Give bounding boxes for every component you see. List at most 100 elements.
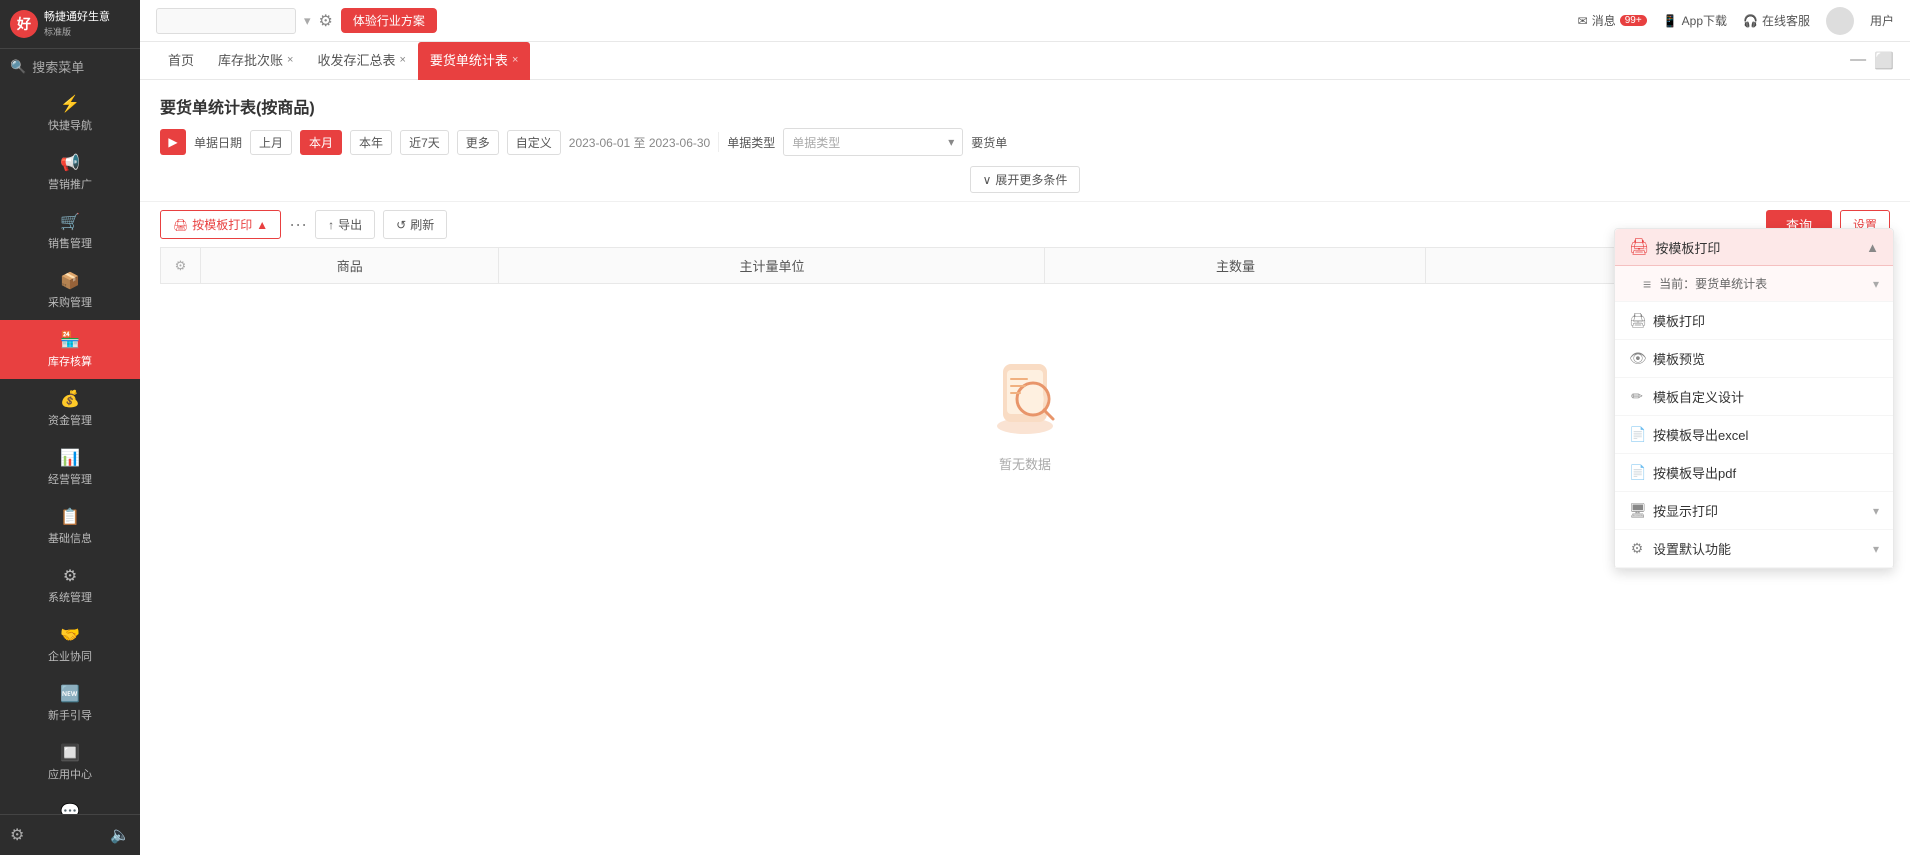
topbar-right: ✉ 消息 99+ 📱 App下载 🎧 在线客服 用户: [1578, 7, 1894, 35]
sidebar-item-operation[interactable]: 📊 经营管理: [0, 438, 140, 497]
empty-icon: [975, 344, 1075, 444]
sidebar-item-finance[interactable]: 💰 资金管理: [0, 379, 140, 438]
sidebar-item-label: 快捷导航: [48, 117, 92, 133]
dropdown-default-func[interactable]: ⚙ 设置默认功能 ▾: [1615, 530, 1893, 568]
tab-receivable-close[interactable]: ×: [399, 54, 405, 66]
sidebar-item-purchase[interactable]: 📦 采购管理: [0, 261, 140, 320]
main-area: ▾ ⚙ 体验行业方案 ✉ 消息 99+ 📱 App下载 🎧 在线客服 用户 首页: [140, 0, 1910, 855]
app-download-item[interactable]: 📱 App下载: [1663, 12, 1727, 29]
purchase-icon: 📦: [60, 271, 80, 291]
filter-this-month-btn[interactable]: 本月: [300, 130, 342, 155]
sidebar-item-label: 基础信息: [48, 530, 92, 546]
refresh-button[interactable]: ↺ 刷新: [383, 210, 447, 239]
sidebar-nav: ⚡ 快捷导航 📢 营销推广 🛒 销售管理 📦 采购管理 🏪 库存核算 💰 资金管…: [0, 84, 140, 814]
dropdown-current-item[interactable]: ≡ 当前：要货单统计表 ▾: [1615, 266, 1893, 302]
action-more-dots[interactable]: ···: [289, 214, 307, 235]
dropdown-template-custom[interactable]: ✏ 模板自定义设计: [1615, 378, 1893, 416]
topbar-dropdown-icon[interactable]: ▾: [304, 13, 311, 29]
current-template-arrow: ▾: [1873, 277, 1879, 291]
topbar-gear-icon[interactable]: ⚙: [319, 11, 333, 31]
default-func-label: 设置默认功能: [1653, 539, 1731, 558]
window-minimize-button[interactable]: —: [1850, 51, 1866, 71]
dropdown-export-pdf[interactable]: 📄 按模板导出pdf: [1615, 454, 1893, 492]
tab-order-stats-label: 要货单统计表: [430, 50, 508, 69]
sidebar-item-basic[interactable]: 📋 基础信息: [0, 497, 140, 556]
export-button[interactable]: ↑ 导出: [315, 210, 375, 239]
online-service-label: 在线客服: [1762, 12, 1810, 29]
order-type-select[interactable]: 单据类型 ▾: [783, 128, 963, 156]
app-download-label: App下载: [1682, 12, 1727, 29]
apps-icon: 🔲: [60, 743, 80, 763]
system-icon: ⚙: [63, 566, 77, 586]
tab-batch-account[interactable]: 库存批次账 ×: [206, 42, 305, 80]
tab-order-stats-close[interactable]: ×: [512, 54, 518, 66]
dropdown-export-excel[interactable]: 📄 按模板导出excel: [1615, 416, 1893, 454]
dropdown-close-chevron[interactable]: ▲: [1866, 240, 1879, 255]
user-avatar[interactable]: [1826, 7, 1854, 35]
tab-order-stats[interactable]: 要货单统计表 ×: [418, 42, 530, 80]
expand-more-icon: ∨: [983, 173, 992, 187]
default-func-icon: ⚙: [1629, 540, 1645, 557]
export-excel-label: 按模板导出excel: [1653, 425, 1748, 444]
filter-expand-button[interactable]: ▶: [160, 129, 186, 155]
sidebar-item-wechat[interactable]: 💬 企业微信: [0, 792, 140, 814]
order-type-label: 单据类型: [727, 134, 775, 151]
display-print-icon: 🖥: [1629, 502, 1645, 519]
tab-receivable-label: 收发存汇总表: [317, 50, 395, 69]
collab-icon: 🤝: [60, 625, 80, 645]
filter-this-year-btn[interactable]: 本年: [350, 130, 392, 155]
filter-more-btn[interactable]: 更多: [457, 130, 499, 155]
dropdown-header-label: 按模板打印: [1655, 238, 1720, 257]
expand-more-button[interactable]: ∨ 展开更多条件: [970, 166, 1081, 193]
print-label: 按模板打印: [192, 216, 252, 233]
sidebar: 好 畅捷通好生意 标准版 🔍 搜索菜单 ⚡ 快捷导航 📢 营销推广 🛒 销售管理…: [0, 0, 140, 855]
filter-date-range: 2023-06-01 至 2023-06-30: [569, 134, 710, 151]
print-button[interactable]: 🖨 按模板打印 ▲: [160, 210, 281, 239]
guide-icon: 🆕: [60, 684, 80, 704]
template-custom-label: 模板自定义设计: [1653, 387, 1744, 406]
topbar-search-input[interactable]: [156, 8, 296, 34]
window-controls: — ⬜: [1850, 51, 1894, 71]
sidebar-item-collab[interactable]: 🤝 企业协同: [0, 615, 140, 674]
sidebar-item-label: 企业协同: [48, 648, 92, 664]
trial-button[interactable]: 体验行业方案: [341, 8, 437, 33]
sound-icon[interactable]: 🔈: [110, 825, 130, 845]
order-type-chevron: ▾: [948, 135, 954, 149]
sidebar-item-system[interactable]: ⚙ 系统管理: [0, 556, 140, 615]
sidebar-item-sales[interactable]: 🛒 销售管理: [0, 202, 140, 261]
marketing-icon: 📢: [60, 153, 80, 173]
date-filter-label: 单据日期: [194, 134, 242, 151]
sidebar-search[interactable]: 🔍 搜索菜单: [0, 49, 140, 84]
filter-bar: ▶ 单据日期 上月 本月 本年 近7天 更多 自定义 2023-06-01 至 …: [140, 118, 1910, 166]
table-gear-icon[interactable]: ⚙: [175, 258, 187, 273]
online-service-item[interactable]: 🎧 在线客服: [1743, 12, 1810, 29]
message-badge: 99+: [1620, 15, 1647, 26]
filter-divider: [718, 132, 719, 152]
window-maximize-button[interactable]: ⬜: [1874, 51, 1894, 71]
filter-last-month-btn[interactable]: 上月: [250, 130, 292, 155]
tab-home[interactable]: 首页: [156, 42, 206, 80]
dropdown-display-print[interactable]: 🖥 按显示打印 ▾: [1615, 492, 1893, 530]
inventory-icon: 🏪: [60, 330, 80, 350]
display-print-arrow: ▾: [1873, 504, 1879, 518]
filter-custom-btn[interactable]: 自定义: [507, 130, 561, 155]
sidebar-item-marketing[interactable]: 📢 营销推广: [0, 143, 140, 202]
sidebar-item-guide[interactable]: 🆕 新手引导: [0, 674, 140, 733]
print-icon: 🖨: [173, 218, 188, 232]
template-preview-icon: 👁: [1629, 350, 1645, 367]
filter-last-7days-btn[interactable]: 近7天: [400, 130, 449, 155]
sidebar-item-label: 营销推广: [48, 176, 92, 192]
sidebar-item-quick-nav[interactable]: ⚡ 快捷导航: [0, 84, 140, 143]
dropdown-template-print[interactable]: 🖨 模板打印: [1615, 302, 1893, 340]
sidebar-item-inventory[interactable]: 🏪 库存核算: [0, 320, 140, 379]
tab-receivable[interactable]: 收发存汇总表 ×: [305, 42, 417, 80]
message-item[interactable]: ✉ 消息 99+: [1578, 12, 1647, 29]
sidebar-bottom: ⚙ 🔈: [0, 814, 140, 855]
sidebar-item-apps[interactable]: 🔲 应用中心: [0, 733, 140, 792]
tab-batch-account-close[interactable]: ×: [287, 54, 293, 66]
app-name: 畅捷通好生意: [44, 10, 110, 24]
headset-icon: 🎧: [1743, 14, 1758, 28]
dropdown-template-preview[interactable]: 👁 模板预览: [1615, 340, 1893, 378]
settings-bottom-icon[interactable]: ⚙: [10, 825, 24, 845]
empty-text: 暂无数据: [999, 454, 1051, 473]
